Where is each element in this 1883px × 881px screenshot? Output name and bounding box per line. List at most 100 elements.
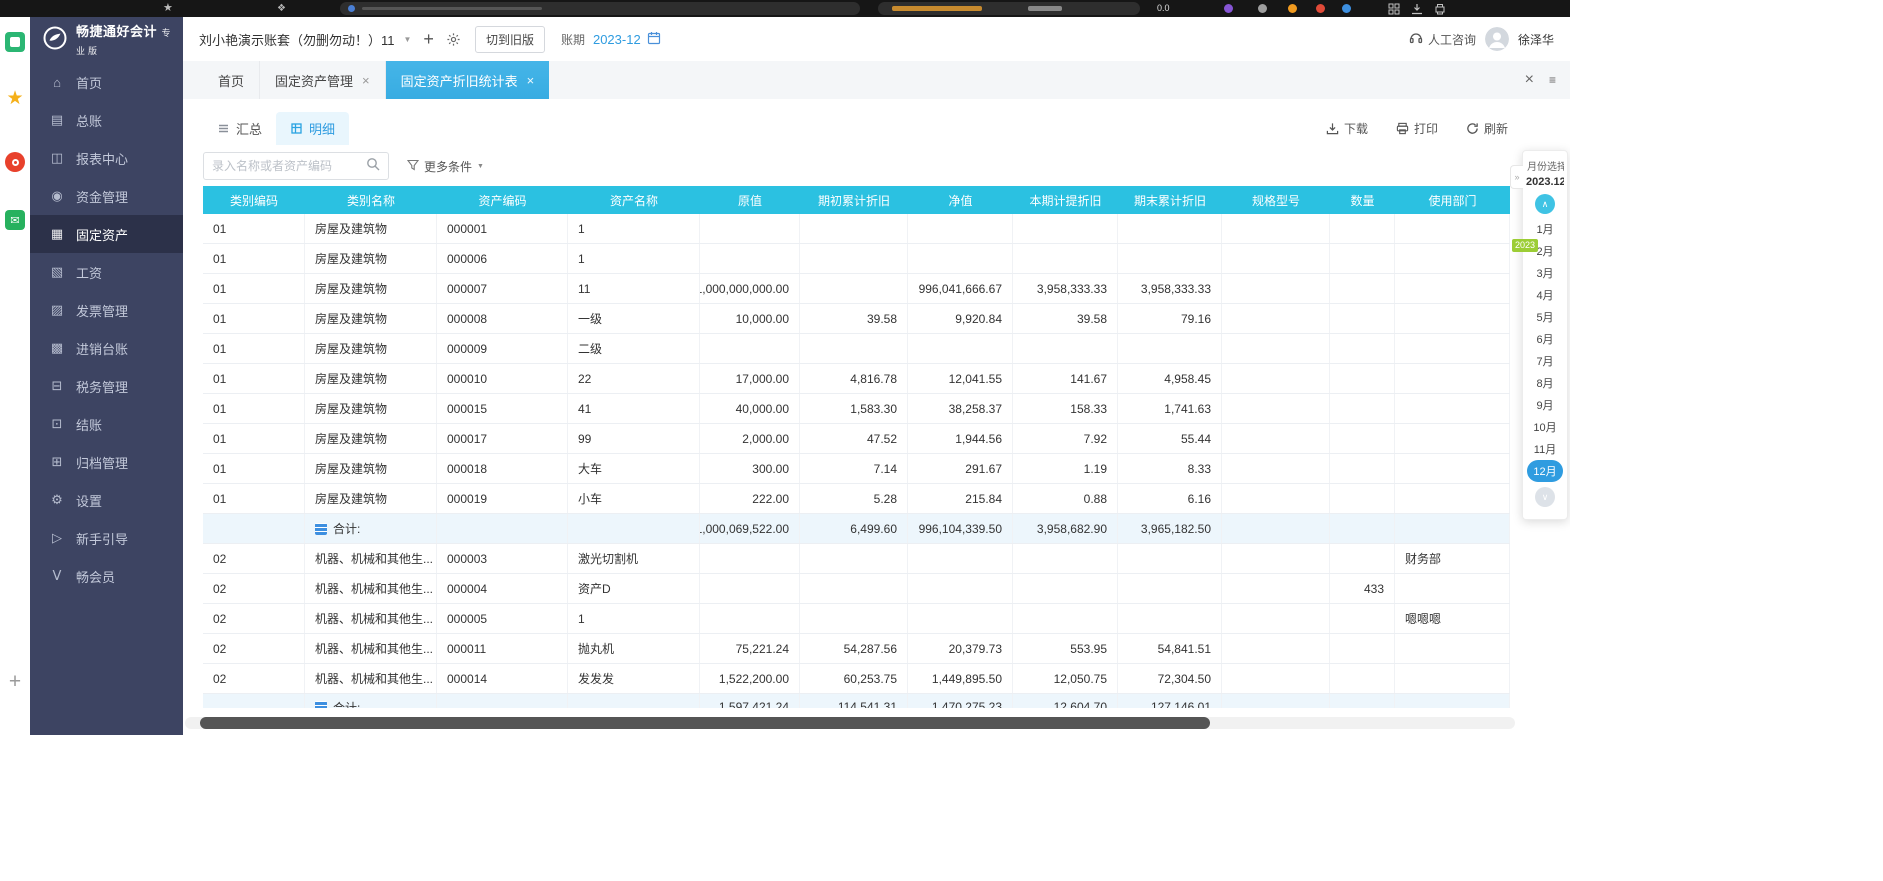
gear-icon[interactable] [446,32,461,47]
cell: 合计: [305,694,437,708]
cell [1013,574,1118,603]
search-box[interactable] [203,152,389,180]
year-value[interactable]: 2023.12 [1526,176,1564,188]
month-item-9月[interactable]: 9月 [1526,394,1564,416]
close-all-tabs-icon[interactable]: × [1525,72,1534,88]
page-tab-label: 首页 [218,73,245,89]
mail-icon[interactable]: ✉ [5,210,25,230]
sidebar-item-reports[interactable]: ◫ 报表中心 [30,139,183,177]
scroll-down-icon[interactable]: ∨ [1535,487,1555,507]
table-subtotal-row[interactable]: 合计: 1,597,421.24 114,541.31 1,470,275.23 12,… [203,694,1510,708]
scrollbar-thumb[interactable] [200,717,1210,729]
month-item-5月[interactable]: 5月 [1526,306,1564,328]
table-row[interactable]: 02 机器、机械和其他生... 000014 发发发 1,522,200.00 60,25… [203,664,1510,694]
table-row[interactable]: 01 房屋及建筑物 000007 11 1,000,000,000.00 996,041,… [203,274,1510,304]
sidebar-item-tax[interactable]: ⊟ 税务管理 [30,367,183,405]
add-account-icon[interactable]: + [423,30,434,48]
cell: 10,000.00 [700,304,800,333]
table-row[interactable]: 02 机器、机械和其他生... 000005 1 嗯嗯嗯 [203,604,1510,634]
sidebar-item-assets[interactable]: ▦ 固定资产 [30,215,183,253]
sidebar-item-archive[interactable]: ⊞ 归档管理 [30,443,183,481]
table-row[interactable]: 01 房屋及建筑物 000008 一级 10,000.00 39.58 9,920.84 39… [203,304,1510,334]
secondary-address-bar[interactable] [878,2,1140,15]
month-item-11月[interactable]: 11月 [1526,438,1564,460]
star-badge-icon[interactable]: ★ [5,89,25,109]
table-row[interactable]: 01 房屋及建筑物 000017 99 2,000.00 47.52 1,944.56 7.9… [203,424,1510,454]
month-item-4月[interactable]: 4月 [1526,284,1564,306]
sidebar-item-ledger[interactable]: ▤ 总账 [30,101,183,139]
extension-dot-blue[interactable] [1342,4,1351,13]
sidebar-item-home[interactable]: ⌂ 首页 [30,63,183,101]
weibo-icon[interactable] [5,152,25,172]
search-input[interactable] [212,159,366,173]
month-item-8月[interactable]: 8月 [1526,372,1564,394]
table-row[interactable]: 02 机器、机械和其他生... 000003 激光切割机 财务部 [203,544,1510,574]
table-row[interactable]: 01 房屋及建筑物 000001 1 [203,214,1510,244]
cell [700,604,800,633]
action-download[interactable]: 下载 [1326,120,1368,137]
extension-dot-red[interactable] [1316,4,1325,13]
cell: 1,522,200.00 [700,664,800,693]
month-item-6月[interactable]: 6月 [1526,328,1564,350]
extension-dot-gray[interactable] [1258,4,1267,13]
page-tab[interactable]: 固定资产折旧统计表 × [385,61,550,99]
page-tab[interactable]: 首页 [203,61,261,99]
cell: 1,597,421.24 [700,694,800,708]
table-row[interactable]: 02 机器、机械和其他生... 000004 资产D 433 [203,574,1510,604]
cell [1395,304,1510,333]
more-filters[interactable]: 更多条件 ▼ [406,158,484,175]
action-refresh[interactable]: 刷新 [1466,120,1508,137]
action-print[interactable]: 打印 [1396,120,1438,137]
view-tab-明细[interactable]: 明细 [276,111,350,145]
sidebar-item-settings[interactable]: ⚙ 设置 [30,481,183,519]
chevron-down-icon[interactable]: ▼ [404,35,412,44]
table-row[interactable]: 01 房屋及建筑物 000010 22 17,000.00 4,816.78 12,041.… [203,364,1510,394]
collapse-panel-icon[interactable]: » [1510,165,1523,189]
sidebar-item-funds[interactable]: ◉ 资金管理 [30,177,183,215]
month-item-10月[interactable]: 10月 [1526,416,1564,438]
table-row[interactable]: 01 房屋及建筑物 000018 大车 300.00 7.14 291.67 1.19 8.33 [203,454,1510,484]
month-item-7月[interactable]: 7月 [1526,350,1564,372]
cell: 房屋及建筑物 [305,274,437,303]
scroll-up-icon[interactable]: ∧ [1535,194,1555,214]
user-name[interactable]: 徐泽华 [1518,31,1554,48]
sidebar-item-closing[interactable]: ⊡ 结账 [30,405,183,443]
add-icon[interactable]: + [5,671,25,692]
close-tab-icon[interactable]: × [527,73,535,88]
month-item-1月[interactable]: 1月 [1526,218,1564,240]
table-row[interactable]: 01 房屋及建筑物 000009 二级 [203,334,1510,364]
table-subtotal-row[interactable]: 合计: 1,000,069,522.00 6,499.60 996,104,339.5… [203,514,1510,544]
month-item-12月[interactable]: 12月 [1527,460,1563,482]
table-row[interactable]: 01 房屋及建筑物 000019 小车 222.00 5.28 215.84 0.88 6.16 [203,484,1510,514]
calendar-icon[interactable] [647,31,661,48]
sidebar-item-inventory[interactable]: ▩ 进销台账 [30,329,183,367]
extension-dot-purple[interactable] [1224,4,1233,13]
horizontal-scrollbar[interactable] [185,717,1515,729]
month-item-3月[interactable]: 3月 [1526,262,1564,284]
search-icon[interactable] [366,157,380,176]
close-tab-icon[interactable]: × [362,73,370,88]
table-row[interactable]: 01 房屋及建筑物 000015 41 40,000.00 1,583.30 38,258.… [203,394,1510,424]
extension-dot-orange[interactable] [1288,4,1297,13]
green-plugin-icon[interactable] [5,32,25,52]
address-bar[interactable] [340,2,860,15]
sidebar-item-member[interactable]: Ⅴ 畅会员 [30,557,183,595]
cell: 39.58 [1013,304,1118,333]
page-tab[interactable]: 固定资产管理 × [260,61,386,99]
avatar[interactable] [1484,27,1509,51]
account-selector[interactable]: 刘小艳演示账套（勿删勿动！）11 [199,30,395,49]
cell: 3,958,682.90 [1013,514,1118,543]
sidebar-item-salary[interactable]: ▧ 工资 [30,253,183,291]
cell: 机器、机械和其他生... [305,604,437,633]
table-row[interactable]: 02 机器、机械和其他生... 000011 抛丸机 75,221.24 54,287.5… [203,634,1510,664]
sidebar-item-invoice[interactable]: ▨ 发票管理 [30,291,183,329]
extension-puzzle-icon[interactable]: ❖ [277,1,286,16]
sidebar-item-guide[interactable]: ▷ 新手引导 [30,519,183,557]
switch-old-version-button[interactable]: 切到旧版 [474,25,545,53]
period-value[interactable]: 2023-12 [593,32,641,47]
tab-list-icon[interactable]: ≡ [1549,73,1556,87]
table-row[interactable]: 01 房屋及建筑物 000006 1 [203,244,1510,274]
view-tab-汇总[interactable]: 汇总 [203,112,276,145]
consult-link[interactable]: 人工咨询 [1409,31,1476,48]
bookmark-star-icon[interactable]: ★ [163,1,173,16]
